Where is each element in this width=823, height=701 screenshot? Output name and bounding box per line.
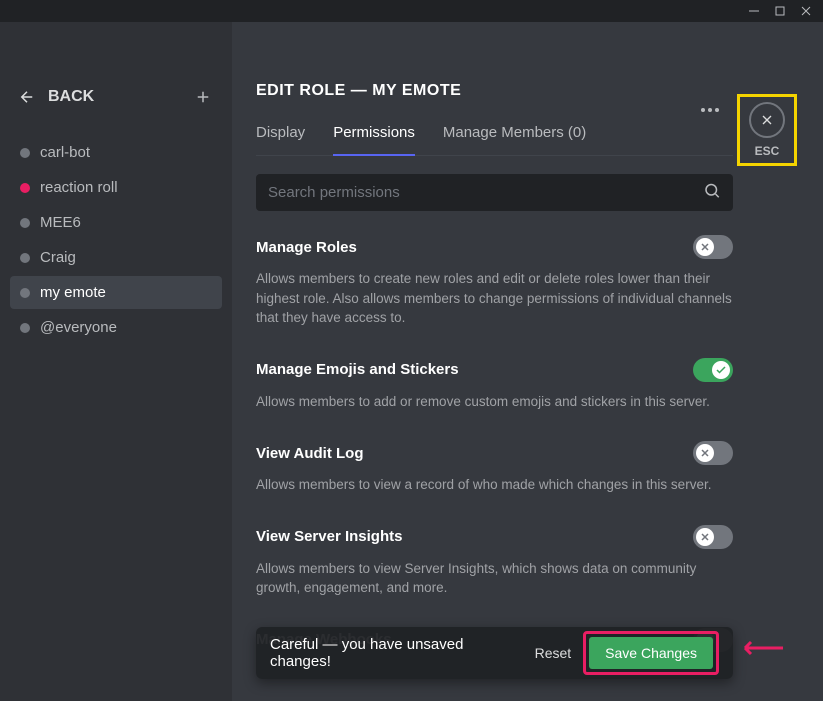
page-title: EDIT ROLE — MY EMOTE <box>256 82 733 100</box>
content-scroll[interactable]: EDIT ROLE — MY EMOTE Display Permissions M… <box>232 22 823 701</box>
window-minimize-button[interactable] <box>741 0 767 22</box>
role-name-label: Craig <box>40 249 76 266</box>
unsaved-changes-banner: Careful — you have unsaved changes! Rese… <box>256 627 733 679</box>
permission-toggle[interactable] <box>693 525 733 549</box>
role-color-dot <box>20 323 30 333</box>
permission-title: View Audit Log <box>256 445 364 462</box>
permission-block: Manage Emojis and Stickers Allows members… <box>256 358 733 412</box>
reset-button[interactable]: Reset <box>523 639 584 667</box>
permission-title: View Server Insights <box>256 528 402 545</box>
tab[interactable]: Permissions <box>333 124 415 155</box>
permission-block: View Audit Log Allows members to view a r… <box>256 441 733 495</box>
tabs: Display Permissions Manage Members (0) <box>256 124 733 156</box>
x-icon <box>696 238 714 256</box>
permission-toggle[interactable] <box>693 441 733 465</box>
permission-block: Manage Roles Allows members to create new… <box>256 235 733 328</box>
roles-sidebar: BACK carl-bot reaction roll MEE6 Craig my em… <box>0 22 232 701</box>
role-color-dot <box>20 183 30 193</box>
permission-title: Manage Emojis and Stickers <box>256 361 459 378</box>
close-settings-button[interactable] <box>749 102 785 138</box>
role-item[interactable]: my emote <box>10 276 222 309</box>
arrow-left-icon <box>18 88 36 106</box>
role-name-label: MEE6 <box>40 214 81 231</box>
role-item[interactable]: @everyone <box>10 311 222 344</box>
plus-icon <box>194 88 212 106</box>
x-icon <box>696 528 714 546</box>
permission-title: Manage Roles <box>256 239 357 256</box>
x-icon <box>696 444 714 462</box>
save-changes-button[interactable]: Save Changes <box>589 637 713 669</box>
permission-description: Allows members to view a record of who m… <box>256 475 733 495</box>
back-button[interactable]: BACK <box>18 88 94 106</box>
check-icon <box>712 361 730 379</box>
close-icon <box>759 112 775 128</box>
role-color-dot <box>20 253 30 263</box>
add-role-button[interactable] <box>192 86 214 108</box>
permission-toggle[interactable] <box>693 235 733 259</box>
permission-block: View Server Insights Allows members to vi… <box>256 525 733 598</box>
esc-label: ESC <box>755 144 780 158</box>
role-item[interactable]: reaction roll <box>10 171 222 204</box>
role-more-options-button[interactable] <box>701 108 719 112</box>
tab[interactable]: Manage Members (0) <box>443 124 586 155</box>
permission-toggle[interactable] <box>693 358 733 382</box>
back-label: BACK <box>48 88 94 106</box>
permission-description: Allows members to view Server Insights, … <box>256 559 733 598</box>
search-icon <box>703 181 721 204</box>
role-name-label: carl-bot <box>40 144 90 161</box>
banner-text: Careful — you have unsaved changes! <box>270 636 523 670</box>
role-color-dot <box>20 148 30 158</box>
tab[interactable]: Display <box>256 124 305 155</box>
role-color-dot <box>20 218 30 228</box>
role-name-label: reaction roll <box>40 179 118 196</box>
role-color-dot <box>20 288 30 298</box>
role-list: carl-bot reaction roll MEE6 Craig my emote @e… <box>10 136 222 344</box>
role-item[interactable]: Craig <box>10 241 222 274</box>
close-highlight-annotation: ESC <box>737 94 797 166</box>
search-wrap <box>256 174 733 211</box>
window-maximize-button[interactable] <box>767 0 793 22</box>
role-name-label: my emote <box>40 284 106 301</box>
permission-description: Allows members to add or remove custom e… <box>256 392 733 412</box>
permission-description: Allows members to create new roles and e… <box>256 269 733 328</box>
save-highlight-annotation: Save Changes <box>583 631 719 675</box>
window-close-button[interactable] <box>793 0 819 22</box>
role-item[interactable]: MEE6 <box>10 206 222 239</box>
role-name-label: @everyone <box>40 319 117 336</box>
arrow-annotation <box>739 640 783 661</box>
window-titlebar <box>0 0 823 22</box>
role-item[interactable]: carl-bot <box>10 136 222 169</box>
search-input[interactable] <box>256 174 733 211</box>
